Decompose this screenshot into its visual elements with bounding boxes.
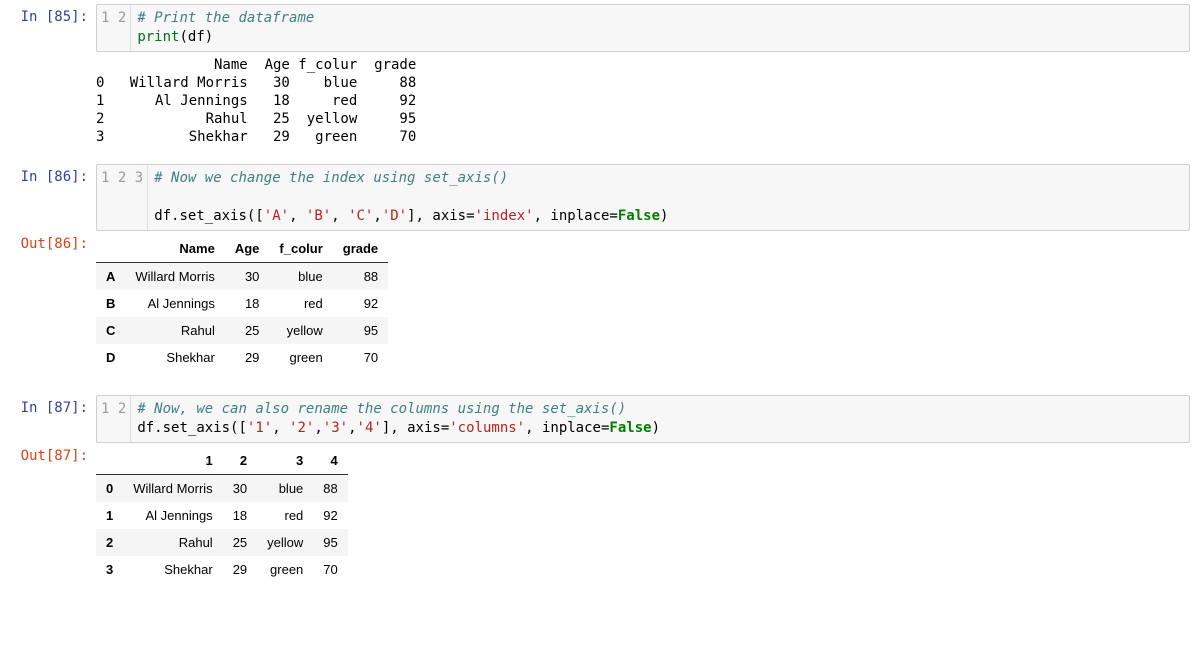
prompt-out-86: Out[86]: <box>0 231 96 257</box>
code-block-85[interactable]: 1 2 # Print the dataframe print(df) <box>96 4 1190 52</box>
table-row: 0Willard Morris30blue88 <box>96 475 348 503</box>
df-wrap-86: Name Age f_colur grade AWillard Morris30… <box>96 231 388 385</box>
text-output-85: Name Age f_colur grade 0 Willard Morris … <box>96 52 1202 154</box>
cell-out-86: Out[86]: Name Age f_colur grade AWillard… <box>0 231 1202 385</box>
table-row: AWillard Morris30blue88 <box>96 263 388 291</box>
code-block-87[interactable]: 1 2 # Now, we can also rename the column… <box>96 395 1190 443</box>
gutter-87: 1 2 <box>97 396 130 442</box>
table-row: DShekhar29green70 <box>96 344 388 371</box>
cell-in-85: In [85]: 1 2 # Print the dataframe print… <box>0 4 1202 52</box>
code-87[interactable]: # Now, we can also rename the columns us… <box>130 396 1189 442</box>
cell-out-87: Out[87]: 1 2 3 4 0Willard Morris30blue88… <box>0 443 1202 597</box>
prompt-out-87: Out[87]: <box>0 443 96 469</box>
table-row: 2Rahul25yellow95 <box>96 529 348 556</box>
prompt-in-85: In [85]: <box>0 4 96 30</box>
code-85[interactable]: # Print the dataframe print(df) <box>130 5 1189 51</box>
df-87-head: 1 2 3 4 <box>96 447 348 475</box>
df-table-87: 1 2 3 4 0Willard Morris30blue88 1Al Jenn… <box>96 447 348 583</box>
table-row: CRahul25yellow95 <box>96 317 388 344</box>
df-wrap-87: 1 2 3 4 0Willard Morris30blue88 1Al Jenn… <box>96 443 348 597</box>
gutter-85: 1 2 <box>97 5 130 51</box>
prompt-in-86: In [86]: <box>0 164 96 190</box>
table-row: 3Shekhar29green70 <box>96 556 348 583</box>
code-86[interactable]: # Now we change the index using set_axis… <box>147 165 1189 230</box>
code-85-print: print <box>137 29 179 45</box>
code-86-comment: # Now we change the index using set_axis… <box>154 170 508 186</box>
cell-in-86: In [86]: 1 2 3 # Now we change the index… <box>0 164 1202 231</box>
cell-in-87: In [87]: 1 2 # Now, we can also rename t… <box>0 395 1202 443</box>
df-table-86: Name Age f_colur grade AWillard Morris30… <box>96 235 388 371</box>
cell-textout-85: Name Age f_colur grade 0 Willard Morris … <box>0 52 1202 154</box>
df-86-head: Name Age f_colur grade <box>96 235 388 263</box>
code-block-86[interactable]: 1 2 3 # Now we change the index using se… <box>96 164 1190 231</box>
prompt-in-87: In [87]: <box>0 395 96 421</box>
table-row: 1Al Jennings18red92 <box>96 502 348 529</box>
table-row: BAl Jennings18red92 <box>96 290 388 317</box>
code-85-comment: # Print the dataframe <box>137 10 314 26</box>
gutter-86: 1 2 3 <box>97 165 147 230</box>
prompt-empty-85 <box>0 52 96 62</box>
code-87-comment: # Now, we can also rename the columns us… <box>137 401 626 417</box>
code-85-rest: (df) <box>179 29 213 45</box>
